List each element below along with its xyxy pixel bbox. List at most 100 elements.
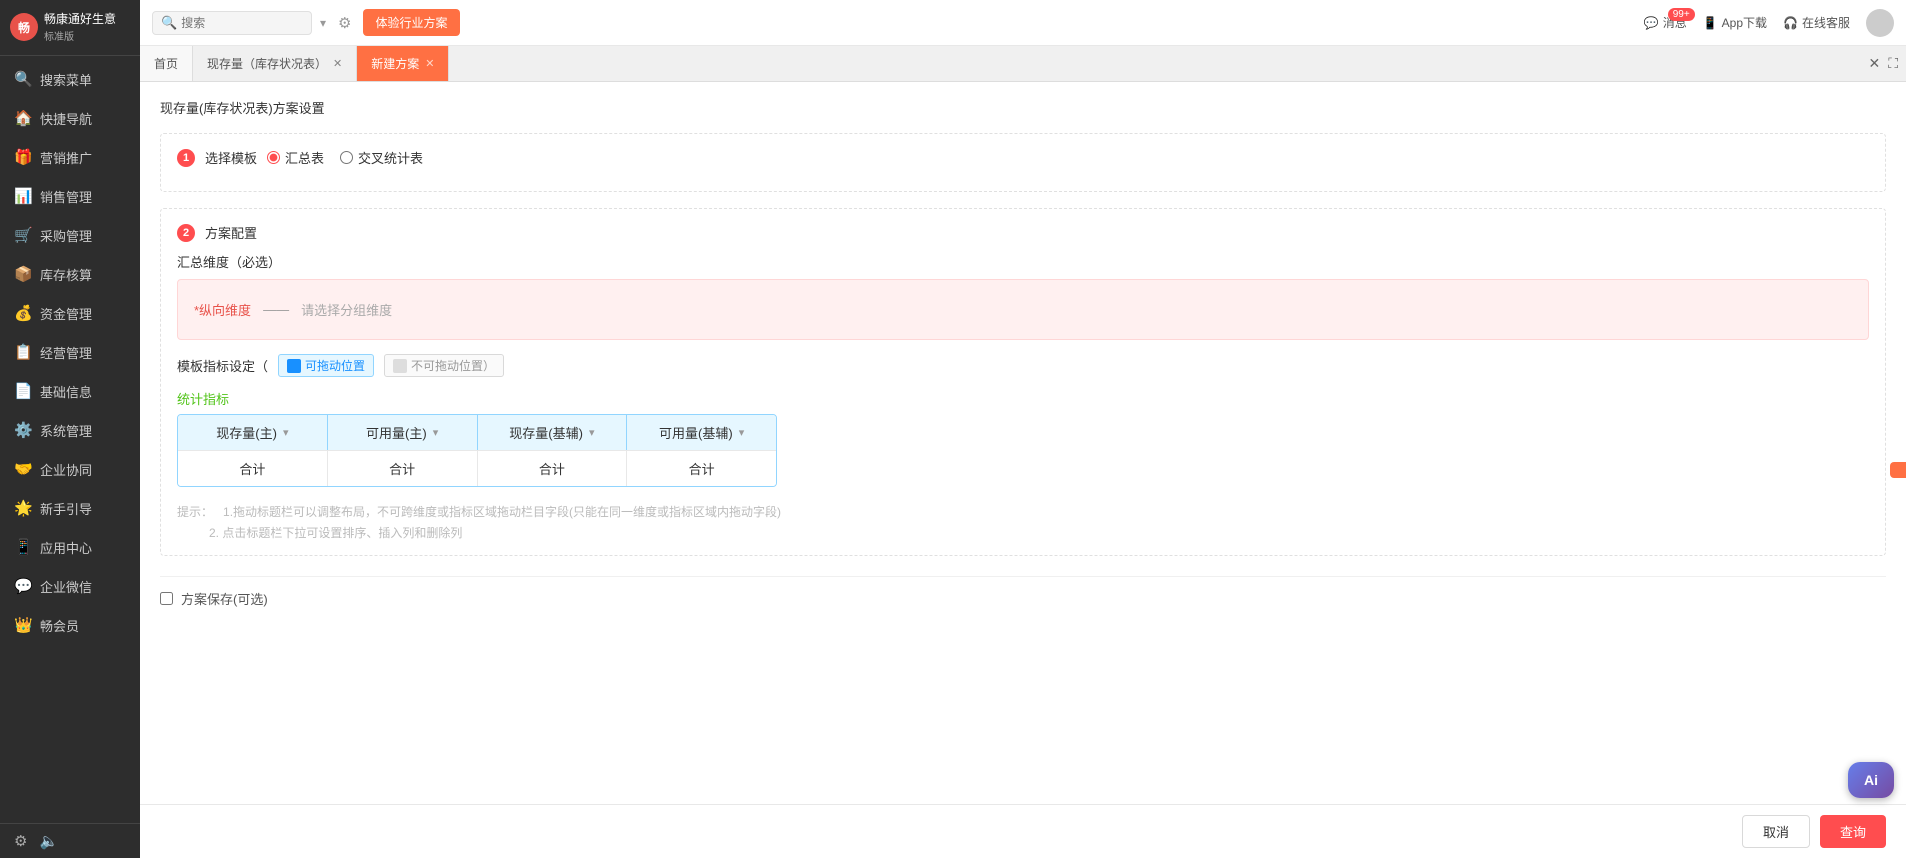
tab-home[interactable]: 首页: [140, 46, 193, 81]
app-icon: 📱: [1703, 16, 1718, 30]
sidebar-item-system[interactable]: ⚙️系统管理: [0, 411, 140, 450]
main-area: 🔍 ▾ ⚙ 体验行业方案 💬 消息 99+ 📱 App下载 🎧 在线客服: [140, 0, 1906, 858]
expand-tab-btn[interactable]: ⛶: [1888, 55, 1898, 72]
stats-col-3[interactable]: 现存量(基辅) ▾: [478, 415, 628, 450]
dim-area: *纵向维度 —— 请选择分组维度: [177, 279, 1869, 340]
audio-icon[interactable]: 🔈: [39, 832, 58, 850]
app-center-label: 应用中心: [40, 538, 92, 557]
step1-title: 选择模板: [205, 148, 257, 167]
service-label: 在线客服: [1802, 14, 1850, 31]
stats-col-4[interactable]: 可用量(基辅) ▾: [627, 415, 776, 450]
search-box[interactable]: 🔍: [152, 11, 312, 35]
tab-new-plan-label: 新建方案: [371, 55, 419, 72]
search-input[interactable]: [181, 16, 303, 30]
app-download-btn[interactable]: 📱 App下载: [1703, 14, 1767, 31]
save-checkbox-label[interactable]: 方案保存(可选): [181, 589, 268, 608]
sidebar-item-purchase[interactable]: 🛒采购管理: [0, 216, 140, 255]
query-btn[interactable]: 查询: [1820, 815, 1886, 848]
sidebar-item-quick-nav[interactable]: 🏠快捷导航: [0, 99, 140, 138]
user-avatar[interactable]: [1866, 9, 1894, 37]
sidebar-item-new-guide[interactable]: 🌟 新手引导: [0, 489, 140, 528]
tab-home-label: 首页: [154, 55, 178, 72]
inventory-icon: 📦: [14, 265, 32, 283]
cross-radio-label[interactable]: 交叉统计表: [340, 148, 423, 167]
dim-placeholder[interactable]: 请选择分组维度: [301, 300, 392, 319]
basic-info-label: 基础信息: [40, 382, 92, 401]
stats-col-1[interactable]: 现存量(主) ▾: [178, 415, 328, 450]
sidebar-bottom: ⚙ 🔈: [0, 823, 140, 858]
app-center-icon: 📱: [14, 538, 32, 556]
sidebar-item-app-center[interactable]: 📱 应用中心: [0, 528, 140, 567]
tab-inventory-status[interactable]: 现存量（库存状况表） ✕: [193, 46, 357, 81]
save-checkbox[interactable]: [160, 592, 173, 605]
sidebar-item-basic-info[interactable]: 📄 基础信息: [0, 372, 140, 411]
cancel-btn[interactable]: 取消: [1742, 815, 1810, 848]
logo-sub: 标准版: [44, 28, 116, 43]
stats-col-1-label: 现存量(主): [216, 423, 277, 442]
col1-dropdown-icon[interactable]: ▾: [283, 426, 289, 439]
stats-col-3-label: 现存量(基辅): [509, 423, 583, 442]
dim-row: *纵向维度 —— 请选择分组维度: [194, 300, 1852, 319]
sidebar-item-finance[interactable]: 💰资金管理: [0, 294, 140, 333]
content-area: 现存量(库存状况表)方案设置 1 选择模板 汇总表 交叉统计表: [140, 82, 1906, 858]
service-btn[interactable]: 🎧 在线客服: [1783, 14, 1850, 31]
trial-btn[interactable]: 体验行业方案: [363, 9, 459, 36]
finance-label: 资金管理: [40, 304, 92, 323]
sidebar-item-operation[interactable]: 📋经营管理: [0, 333, 140, 372]
basic-info-icon: 📄: [14, 382, 32, 400]
inventory-label: 库存核算: [40, 265, 92, 284]
dim-arrow: ——: [263, 302, 289, 317]
non-draggable-badge: 不可拖动位置）: [384, 354, 504, 377]
stats-col-2-label: 可用量(主): [366, 423, 427, 442]
step1-header: 1 选择模板 汇总表 交叉统计表: [177, 148, 1869, 167]
dropdown-arrow[interactable]: ▾: [320, 16, 326, 30]
sidebar-item-member[interactable]: 👑畅会员: [0, 606, 140, 645]
ai-float-btn[interactable]: Ai: [1848, 762, 1894, 798]
save-row: 方案保存(可选): [160, 576, 1886, 608]
summary-radio[interactable]: [267, 151, 280, 164]
stats-table-row-1: 合计 合计 合计 合计: [178, 450, 776, 486]
logo-text: 畅康通好生意: [44, 12, 116, 28]
search-menu-icon: 🔍: [14, 70, 32, 88]
sidebar-item-sales[interactable]: 📊销售管理: [0, 177, 140, 216]
sidebar-item-inventory[interactable]: 📦 库存核算: [0, 255, 140, 294]
member-icon: 👑: [14, 616, 32, 634]
stats-cell-1-1: 合计: [178, 451, 328, 486]
page-title: 现存量(库存状况表)方案设置: [160, 98, 1886, 117]
metrics-setting-row: 模板指标设定（ 可拖动位置 不可拖动位置）: [177, 354, 1869, 377]
close-tab-btn[interactable]: ✕: [1868, 55, 1880, 72]
tips-item-1: 1.拖动标题栏可以调整布局，不可跨维度或指标区域拖动栏目字段(只能在同一维度或指…: [223, 505, 781, 519]
tab-inventory-label: 现存量（库存状况表）: [207, 55, 327, 72]
tab-new-plan-close[interactable]: ✕: [425, 57, 434, 70]
summary-radio-text: 汇总表: [285, 148, 324, 167]
draggable-label: 可拖动位置: [305, 357, 365, 374]
side-scroll-hint[interactable]: [1890, 462, 1906, 478]
message-btn[interactable]: 💬 消息 99+: [1644, 14, 1687, 31]
topbar-right: 💬 消息 99+ 📱 App下载 🎧 在线客服: [1644, 9, 1894, 37]
summary-radio-label[interactable]: 汇总表: [267, 148, 324, 167]
new-guide-icon: 🌟: [14, 499, 32, 517]
sales-icon: 📊: [14, 187, 32, 205]
gear-icon[interactable]: ⚙: [334, 14, 355, 32]
sidebar-item-search-menu[interactable]: 🔍搜索菜单: [0, 60, 140, 99]
new-guide-label: 新手引导: [40, 499, 92, 518]
col2-dropdown-icon[interactable]: ▾: [433, 426, 439, 439]
sidebar-item-marketing[interactable]: 🎁 营销推广: [0, 138, 140, 177]
non-draggable-indicator: [393, 359, 407, 373]
tab-new-plan[interactable]: 新建方案 ✕: [357, 46, 449, 81]
stats-table-header: 现存量(主) ▾ 可用量(主) ▾ 现存量(基辅) ▾ 可用量(基辅): [178, 415, 776, 450]
settings-icon[interactable]: ⚙: [14, 832, 27, 850]
cross-radio[interactable]: [340, 151, 353, 164]
sidebar-item-wechat[interactable]: 💬企业微信: [0, 567, 140, 606]
marketing-label: 营销推广: [40, 148, 92, 167]
quick-nav-label: 快捷导航: [40, 109, 92, 128]
marketing-icon: 🎁: [14, 148, 32, 166]
col4-dropdown-icon[interactable]: ▾: [739, 426, 745, 439]
col3-dropdown-icon[interactable]: ▾: [589, 426, 595, 439]
sidebar-item-enterprise[interactable]: 🤝企业协同: [0, 450, 140, 489]
wechat-label: 企业微信: [40, 577, 92, 596]
stats-col-2[interactable]: 可用量(主) ▾: [328, 415, 478, 450]
message-badge: 99+: [1668, 8, 1695, 21]
stats-cell-1-2: 合计: [328, 451, 478, 486]
tab-inventory-close[interactable]: ✕: [333, 57, 342, 70]
